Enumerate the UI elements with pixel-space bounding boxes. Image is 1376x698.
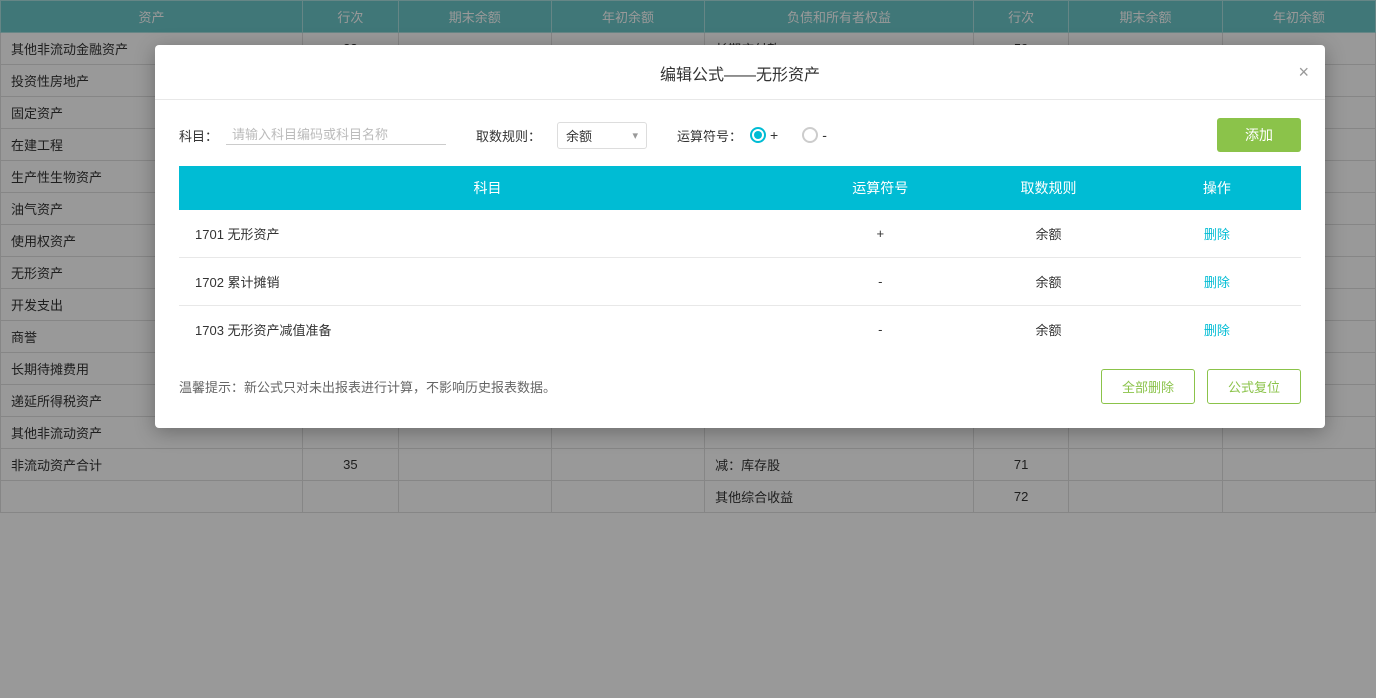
row-rule: 余额 <box>964 210 1132 258</box>
formula-data-table: 科目 运算符号 取数规则 操作 1701 无形资产 + 余额 删除 1702 累… <box>179 166 1301 353</box>
rule-label: 取数规则： <box>476 126 541 145</box>
table-header-operator: 运算符号 <box>796 166 964 210</box>
radio-minus-label: - <box>822 127 827 143</box>
warning-text: 温馨提示：新公式只对未出报表进行计算，不影响历史报表数据。 <box>179 377 556 396</box>
radio-plus-label: + <box>770 127 778 143</box>
modal-footer: 温馨提示：新公式只对未出报表进行计算，不影响历史报表数据。 全部删除 公式复位 <box>155 353 1325 408</box>
modal-title: 编辑公式——无形资产 <box>660 61 820 85</box>
formula-form-row: 科目： 取数规则： 余额 ▾ 运算符号： + - 添加 <box>155 100 1325 166</box>
radio-minus-circle <box>802 127 818 143</box>
row-subject: 1702 累计摊销 <box>179 258 796 306</box>
radio-plus-circle <box>750 127 766 143</box>
formula-table-row: 1701 无形资产 + 余额 删除 <box>179 210 1301 258</box>
radio-plus[interactable]: + <box>750 127 778 143</box>
rule-select-value: 余额 <box>566 126 592 145</box>
footer-buttons: 全部删除 公式复位 <box>1101 369 1301 404</box>
row-action: 删除 <box>1133 306 1301 354</box>
delete-all-button[interactable]: 全部删除 <box>1101 369 1195 404</box>
edit-formula-modal: 编辑公式——无形资产 × 科目： 取数规则： 余额 ▾ 运算符号： + - <box>155 45 1325 428</box>
rule-select[interactable]: 余额 ▾ <box>557 122 647 149</box>
row-subject: 1703 无形资产减值准备 <box>179 306 796 354</box>
add-button[interactable]: 添加 <box>1217 118 1301 152</box>
row-rule: 余额 <box>964 258 1132 306</box>
reset-formula-button[interactable]: 公式复位 <box>1207 369 1301 404</box>
row-rule: 余额 <box>964 306 1132 354</box>
row-action: 删除 <box>1133 258 1301 306</box>
select-arrow-icon: ▾ <box>633 129 639 142</box>
table-header-rule: 取数规则 <box>964 166 1132 210</box>
delete-row-link[interactable]: 删除 <box>1204 275 1230 290</box>
formula-table-row: 1703 无形资产减值准备 - 余额 删除 <box>179 306 1301 354</box>
radio-group: + - <box>750 127 827 143</box>
formula-table-row: 1702 累计摊销 - 余额 删除 <box>179 258 1301 306</box>
row-operator: - <box>796 258 964 306</box>
modal-close-button[interactable]: × <box>1298 63 1309 81</box>
operator-group: 运算符号： + - <box>677 126 827 145</box>
row-operator: + <box>796 210 964 258</box>
modal-header: 编辑公式——无形资产 × <box>155 45 1325 100</box>
table-header-subject: 科目 <box>179 166 796 210</box>
operator-label: 运算符号： <box>677 126 742 145</box>
table-header-action: 操作 <box>1133 166 1301 210</box>
delete-row-link[interactable]: 删除 <box>1204 323 1230 338</box>
delete-row-link[interactable]: 删除 <box>1204 227 1230 242</box>
subject-label: 科目： <box>179 126 218 145</box>
row-action: 删除 <box>1133 210 1301 258</box>
radio-minus[interactable]: - <box>802 127 827 143</box>
row-subject: 1701 无形资产 <box>179 210 796 258</box>
row-operator: - <box>796 306 964 354</box>
subject-input[interactable] <box>226 125 446 145</box>
